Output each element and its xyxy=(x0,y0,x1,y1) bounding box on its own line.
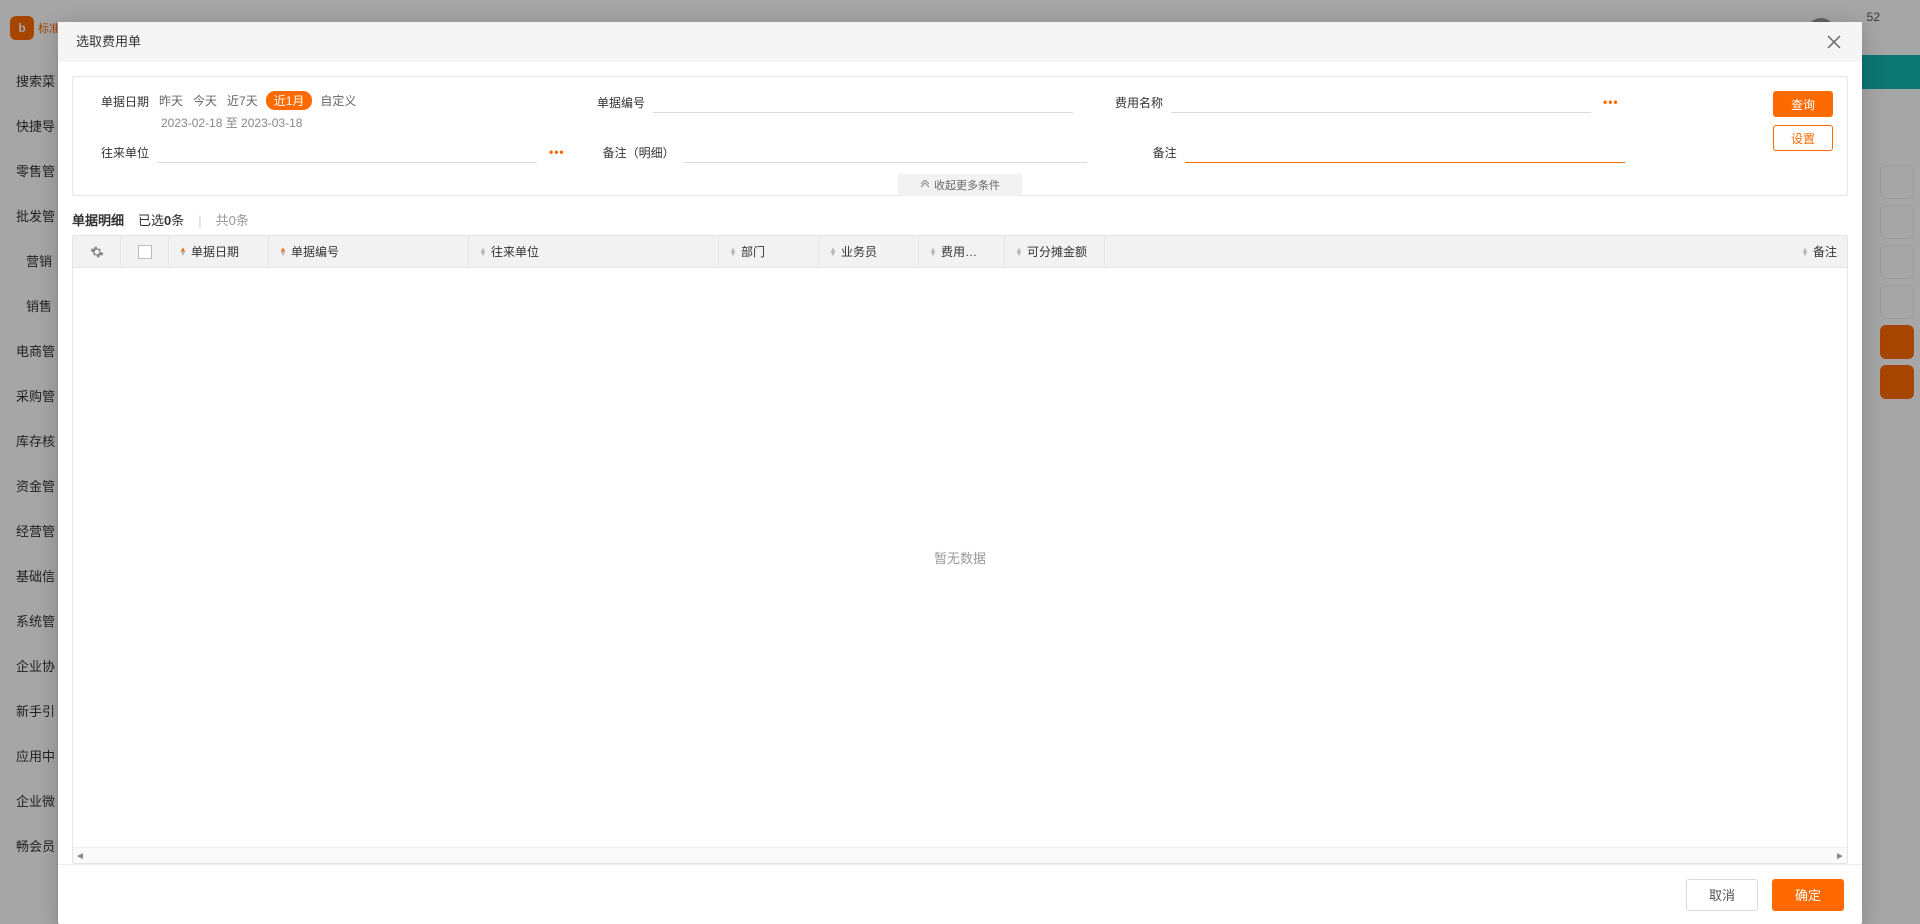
scroll-right-icon: ► xyxy=(1835,851,1845,861)
memo-detail-label: 备注（明细） xyxy=(595,144,675,161)
filter-actions: 查询 设置 xyxy=(1773,91,1833,151)
docno-label: 单据编号 xyxy=(581,94,645,111)
sort-icon: ▲▼ xyxy=(1015,248,1023,256)
horizontal-scrollbar[interactable]: ◄ ► xyxy=(73,847,1847,863)
col-alloc-label: 可分摊金额 xyxy=(1027,243,1087,260)
modal-body: 查询 设置 单据日期 昨天 今天 近7天 近1月 自定义 2023-02-18 xyxy=(58,62,1862,864)
col-fee-label: 费用… xyxy=(941,243,977,260)
modal-title: 选取费用单 xyxy=(76,22,141,62)
feename-label: 费用名称 xyxy=(1099,94,1163,111)
sort-icon: ▲▼ xyxy=(729,248,737,256)
party-picker-icon[interactable]: ••• xyxy=(545,145,569,159)
sort-icon: ▲▼ xyxy=(479,248,487,256)
checkbox-icon xyxy=(138,245,152,259)
feename-input[interactable] xyxy=(1171,91,1591,113)
chevron-up-icon xyxy=(920,180,930,190)
col-fee[interactable]: ▲▼ 费用… xyxy=(919,236,1005,267)
memo-input[interactable] xyxy=(1185,141,1625,163)
separator: | xyxy=(198,213,201,228)
col-clerk-label: 业务员 xyxy=(841,243,877,260)
date-opt-last7[interactable]: 近7天 xyxy=(225,91,260,110)
col-party-label: 往来单位 xyxy=(491,243,539,260)
col-alloc[interactable]: ▲▼ 可分摊金额 xyxy=(1005,236,1105,267)
results-table: ▲▼ 单据日期 ▲▼ 单据编号 ▲▼ 往来单位 ▲▼ 部门 ▲▼ 业务员 xyxy=(72,235,1848,864)
selected-prefix: 已选 xyxy=(138,213,164,228)
docno-input[interactable] xyxy=(653,91,1073,113)
table-header: ▲▼ 单据日期 ▲▼ 单据编号 ▲▼ 往来单位 ▲▼ 部门 ▲▼ 业务员 xyxy=(73,236,1847,268)
confirm-button[interactable]: 确定 xyxy=(1772,879,1844,911)
date-label: 单据日期 xyxy=(85,91,149,110)
close-icon[interactable] xyxy=(1824,32,1844,52)
empty-text: 暂无数据 xyxy=(934,548,986,567)
table-body-empty: 暂无数据 xyxy=(73,268,1847,847)
selected-count: 已选0条 xyxy=(138,210,184,229)
col-party[interactable]: ▲▼ 往来单位 xyxy=(469,236,719,267)
feename-picker-icon[interactable]: ••• xyxy=(1599,95,1623,109)
date-quick-options: 昨天 今天 近7天 近1月 自定义 xyxy=(157,91,358,110)
col-dept-label: 部门 xyxy=(741,243,765,260)
date-opt-last1m[interactable]: 近1月 xyxy=(266,91,313,110)
date-opt-custom[interactable]: 自定义 xyxy=(318,91,358,110)
collapse-filter-toggle[interactable]: 收起更多条件 xyxy=(898,174,1022,196)
detail-header: 单据明细 已选0条 | 共0条 xyxy=(72,210,1848,229)
memo-label: 备注 xyxy=(1113,144,1177,161)
filter-panel: 查询 设置 单据日期 昨天 今天 近7天 近1月 自定义 2023-02-18 xyxy=(72,76,1848,196)
sort-icon: ▲▼ xyxy=(1801,248,1809,256)
col-dept[interactable]: ▲▼ 部门 xyxy=(719,236,819,267)
sort-icon: ▲▼ xyxy=(279,248,287,256)
selected-suffix: 条 xyxy=(171,213,184,228)
date-opt-yesterday[interactable]: 昨天 xyxy=(157,91,185,110)
party-input[interactable] xyxy=(157,141,537,163)
total-count: 共0条 xyxy=(216,210,249,229)
col-clerk[interactable]: ▲▼ 业务员 xyxy=(819,236,919,267)
memo-detail-input[interactable] xyxy=(683,141,1087,163)
date-range-display: 2023-02-18 至 2023-03-18 xyxy=(157,114,358,131)
collapse-label: 收起更多条件 xyxy=(934,177,1000,193)
scroll-left-icon: ◄ xyxy=(75,851,85,861)
query-button[interactable]: 查询 xyxy=(1773,91,1833,117)
select-expense-modal: 选取费用单 查询 设置 单据日期 昨天 今天 近7天 近1月 xyxy=(58,22,1862,924)
col-memo-label: 备注 xyxy=(1813,243,1837,260)
date-opt-today[interactable]: 今天 xyxy=(191,91,219,110)
party-label: 往来单位 xyxy=(85,144,149,161)
select-all-cell[interactable] xyxy=(121,236,169,267)
col-docno[interactable]: ▲▼ 单据编号 xyxy=(269,236,469,267)
sort-icon: ▲▼ xyxy=(829,248,837,256)
detail-title: 单据明细 xyxy=(72,210,124,229)
settings-button[interactable]: 设置 xyxy=(1773,125,1833,151)
column-settings[interactable] xyxy=(73,236,121,267)
col-date-label: 单据日期 xyxy=(191,243,239,260)
sort-icon: ▲▼ xyxy=(929,248,937,256)
modal-footer: 取消 确定 xyxy=(58,864,1862,924)
modal-header: 选取费用单 xyxy=(58,22,1862,62)
col-date[interactable]: ▲▼ 单据日期 xyxy=(169,236,269,267)
sort-icon: ▲▼ xyxy=(179,248,187,256)
col-docno-label: 单据编号 xyxy=(291,243,339,260)
cancel-button[interactable]: 取消 xyxy=(1686,879,1758,911)
gear-icon xyxy=(90,245,104,259)
col-memo[interactable]: ▲▼ 备注 xyxy=(1105,236,1847,267)
